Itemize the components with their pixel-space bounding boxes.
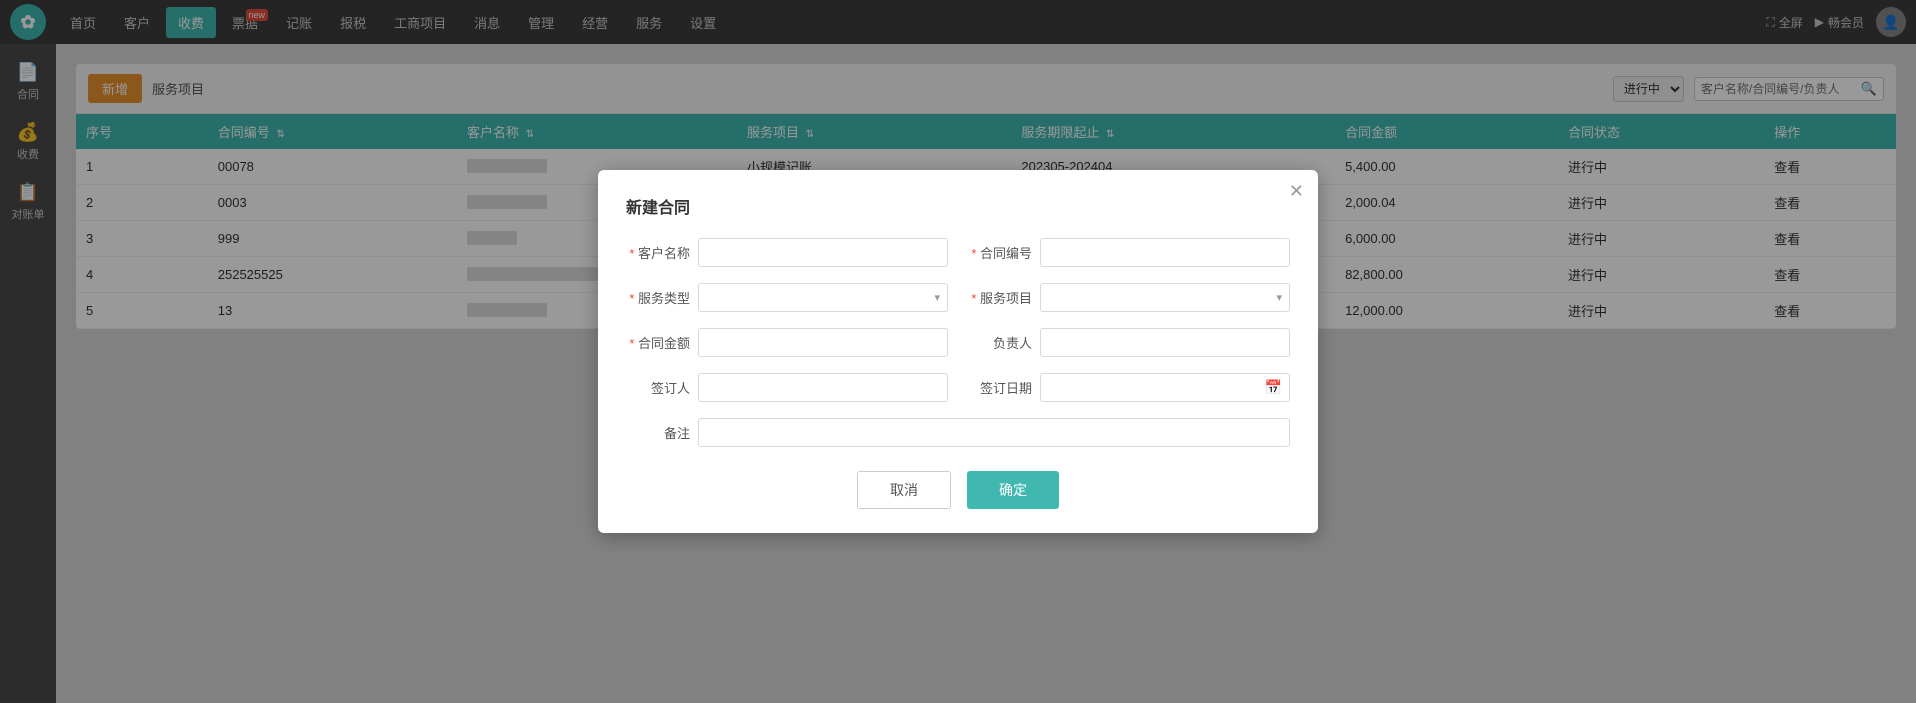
form-row-amount: 合同金额 0.00 <box>626 328 948 357</box>
form-row-contract-no: 合同编号 <box>968 238 1290 267</box>
close-button[interactable]: ✕ <box>1289 182 1304 200</box>
service-type-select-wrap: ▾ <box>698 283 948 312</box>
input-contract-no[interactable] <box>1040 238 1290 267</box>
cancel-button[interactable]: 取消 <box>857 471 951 509</box>
input-customer-name[interactable] <box>698 238 948 267</box>
input-remark[interactable] <box>698 418 1290 447</box>
input-signer[interactable] <box>698 373 948 402</box>
input-responsible[interactable] <box>1040 328 1290 357</box>
label-responsible: 负责人 <box>968 333 1032 352</box>
select-service-type[interactable] <box>698 283 948 312</box>
modal-dialog: ✕ 新建合同 客户名称 合同编号 服务类型 ▾ <box>598 170 1318 533</box>
label-remark: 备注 <box>626 423 690 442</box>
label-service-item: 服务项目 <box>968 288 1032 307</box>
label-service-type: 服务类型 <box>626 288 690 307</box>
label-sign-date: 签订日期 <box>968 378 1032 397</box>
sign-date-input-wrap: 2023-06-06 📅 <box>1040 373 1290 402</box>
form-row-signer: 签订人 <box>626 373 948 402</box>
label-customer-name: 客户名称 <box>626 243 690 262</box>
input-amount[interactable]: 0.00 <box>698 328 948 357</box>
modal-overlay[interactable]: ✕ 新建合同 客户名称 合同编号 服务类型 ▾ <box>0 0 1916 703</box>
form-row-remark: 备注 <box>626 418 1290 447</box>
label-amount: 合同金额 <box>626 333 690 352</box>
label-contract-no: 合同编号 <box>968 243 1032 262</box>
label-signer: 签订人 <box>626 378 690 397</box>
form-row-sign-date: 签订日期 2023-06-06 📅 <box>968 373 1290 402</box>
modal-footer: 取消 确定 <box>626 471 1290 509</box>
select-service-item[interactable] <box>1040 283 1290 312</box>
form-row-customer: 客户名称 <box>626 238 948 267</box>
input-sign-date[interactable]: 2023-06-06 <box>1040 373 1290 402</box>
form-row-service-item: 服务项目 ▾ <box>968 283 1290 312</box>
form-row-responsible: 负责人 <box>968 328 1290 357</box>
service-item-select-wrap: ▾ <box>1040 283 1290 312</box>
modal-title: 新建合同 <box>626 194 1290 218</box>
modal-form: 客户名称 合同编号 服务类型 ▾ 服务项目 <box>626 238 1290 447</box>
confirm-button[interactable]: 确定 <box>967 471 1059 509</box>
form-row-service-type: 服务类型 ▾ <box>626 283 948 312</box>
